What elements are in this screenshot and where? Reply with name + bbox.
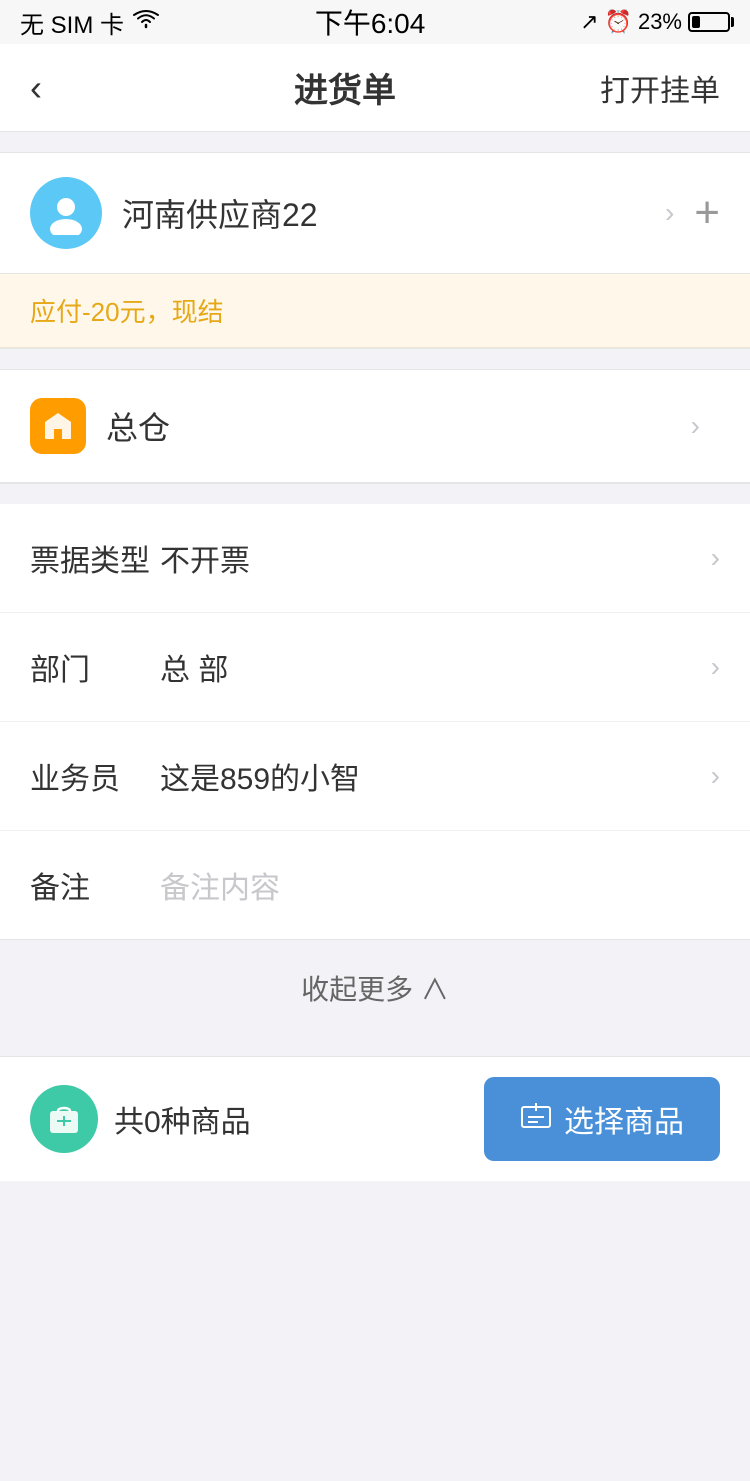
time-label: 下午6:04	[315, 2, 426, 42]
open-pending-button[interactable]: 打开挂单	[600, 66, 720, 110]
battery-icon	[688, 12, 730, 32]
supplier-row[interactable]: 河南供应商22 › +	[0, 153, 750, 274]
collapse-row[interactable]: 收起更多 ∧	[0, 939, 750, 1036]
wifi-icon	[132, 8, 160, 36]
invoice-type-label: 票据类型	[30, 536, 160, 580]
remark-input[interactable]: 备注内容	[160, 863, 720, 907]
supplier-section: 河南供应商22 › + 应付-20元，现结	[0, 152, 750, 349]
warehouse-section: 总仓 ›	[0, 369, 750, 484]
page-title: 进货单	[294, 63, 396, 112]
department-chevron-icon: ›	[711, 651, 720, 683]
carrier-label: 无 SIM 卡	[20, 5, 124, 40]
nav-bar: ‹ 进货单 打开挂单	[0, 44, 750, 132]
form-section: 票据类型 不开票 › 部门 总 部 › 业务员 这是859的小智 › 备注 备注…	[0, 504, 750, 939]
alarm-icon: ⏰	[605, 9, 632, 35]
remaining-background	[0, 1181, 750, 1481]
remark-label: 备注	[30, 863, 160, 907]
notice-bar: 应付-20元，现结	[0, 274, 750, 348]
invoice-type-row[interactable]: 票据类型 不开票 ›	[0, 504, 750, 613]
battery-percent: 23%	[638, 9, 682, 35]
department-value: 总 部	[160, 645, 701, 689]
add-supplier-button[interactable]: +	[694, 191, 720, 235]
product-icon	[30, 1085, 98, 1153]
department-label: 部门	[30, 645, 160, 689]
status-right: ↗ ⏰ 23%	[580, 9, 730, 35]
select-product-icon	[520, 1099, 552, 1139]
select-product-button[interactable]: 选择商品	[484, 1077, 720, 1161]
section-gap-2	[0, 349, 750, 369]
warehouse-name: 总仓	[106, 403, 691, 449]
warehouse-icon	[30, 398, 86, 454]
notice-text: 应付-20元，现结	[30, 297, 224, 327]
salesperson-row[interactable]: 业务员 这是859的小智 ›	[0, 722, 750, 831]
location-icon: ↗	[580, 9, 598, 35]
department-row[interactable]: 部门 总 部 ›	[0, 613, 750, 722]
section-gap-1	[0, 132, 750, 152]
supplier-name: 河南供应商22	[122, 190, 665, 236]
select-product-label: 选择商品	[564, 1097, 684, 1141]
supplier-chevron-icon: ›	[665, 197, 674, 229]
salesperson-label: 业务员	[30, 754, 160, 798]
collapse-label: 收起更多 ∧	[301, 968, 449, 1008]
salesperson-chevron-icon: ›	[711, 760, 720, 792]
invoice-type-chevron-icon: ›	[711, 542, 720, 574]
product-summary: 共0种商品	[30, 1085, 484, 1153]
remark-row[interactable]: 备注 备注内容	[0, 831, 750, 939]
warehouse-chevron-icon: ›	[691, 410, 700, 442]
status-bar: 无 SIM 卡 下午6:04 ↗ ⏰ 23%	[0, 0, 750, 44]
invoice-type-value: 不开票	[160, 536, 701, 580]
back-button[interactable]: ‹	[30, 67, 90, 109]
salesperson-value: 这是859的小智	[160, 754, 701, 798]
product-count-label: 共0种商品	[114, 1097, 251, 1141]
warehouse-row[interactable]: 总仓 ›	[0, 370, 750, 483]
action-bar: 共0种商品 选择商品	[0, 1056, 750, 1181]
supplier-avatar	[30, 177, 102, 249]
status-left: 无 SIM 卡	[20, 5, 160, 40]
